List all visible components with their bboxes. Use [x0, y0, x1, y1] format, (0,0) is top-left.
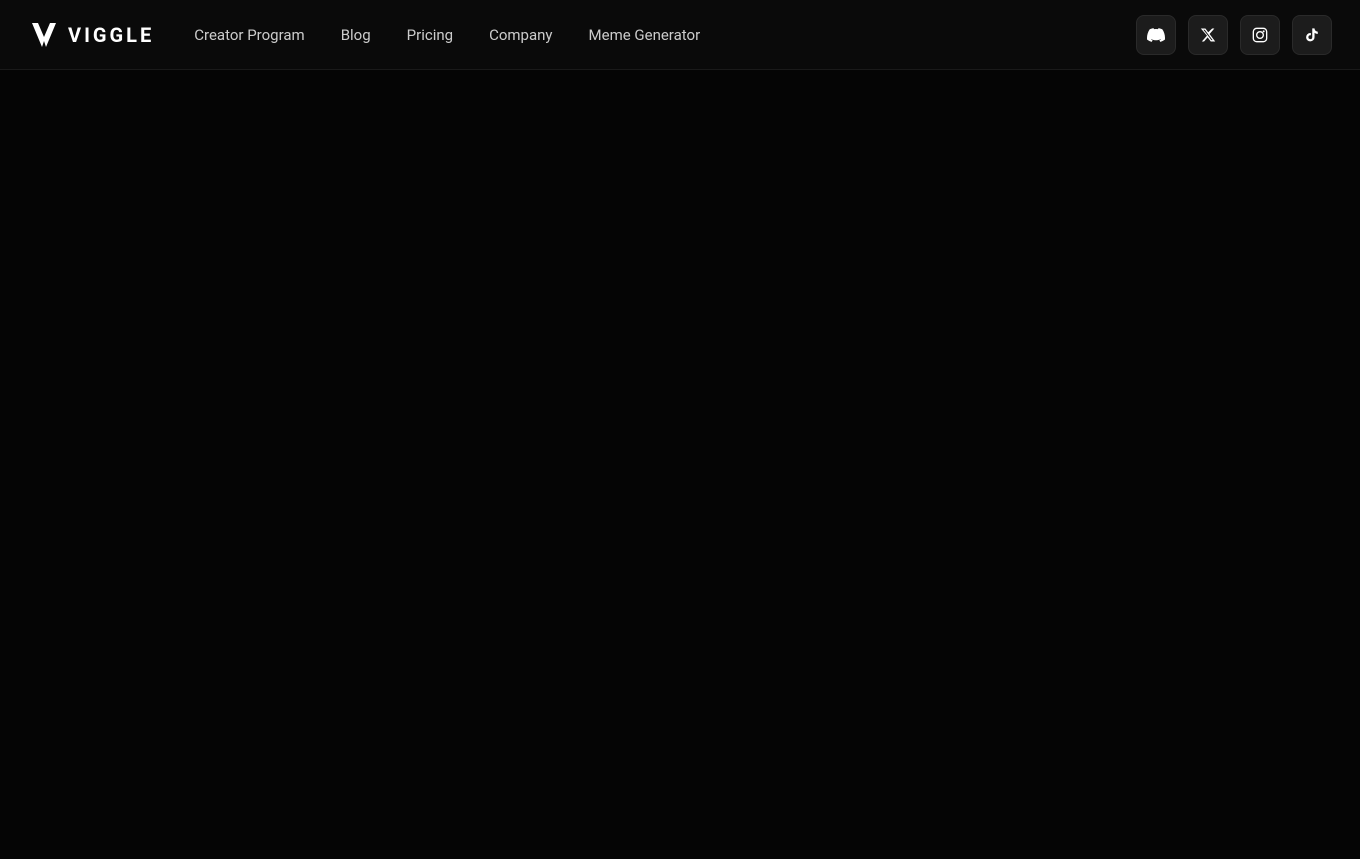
nav-link-company[interactable]: Company — [489, 26, 552, 44]
main-content — [0, 70, 1360, 859]
logo[interactable]: VIGGLE — [28, 19, 154, 51]
nav-links: Creator Program Blog Pricing Company Mem… — [194, 26, 700, 44]
logo-text: VIGGLE — [68, 23, 154, 47]
twitter-icon — [1200, 27, 1216, 43]
nav-link-meme-generator[interactable]: Meme Generator — [589, 26, 701, 44]
discord-icon — [1147, 26, 1165, 44]
nav-link-creator-program[interactable]: Creator Program — [194, 26, 304, 44]
twitter-button[interactable] — [1188, 15, 1228, 55]
instagram-button[interactable] — [1240, 15, 1280, 55]
nav-link-pricing[interactable]: Pricing — [407, 26, 453, 44]
viggle-logo-icon — [28, 19, 60, 51]
nav-left: VIGGLE Creator Program Blog Pricing Comp… — [28, 19, 700, 51]
nav-right — [1136, 15, 1332, 55]
nav-link-blog[interactable]: Blog — [341, 26, 371, 44]
tiktok-icon — [1304, 27, 1320, 43]
tiktok-button[interactable] — [1292, 15, 1332, 55]
instagram-icon — [1252, 27, 1268, 43]
main-nav: VIGGLE Creator Program Blog Pricing Comp… — [0, 0, 1360, 70]
discord-button[interactable] — [1136, 15, 1176, 55]
